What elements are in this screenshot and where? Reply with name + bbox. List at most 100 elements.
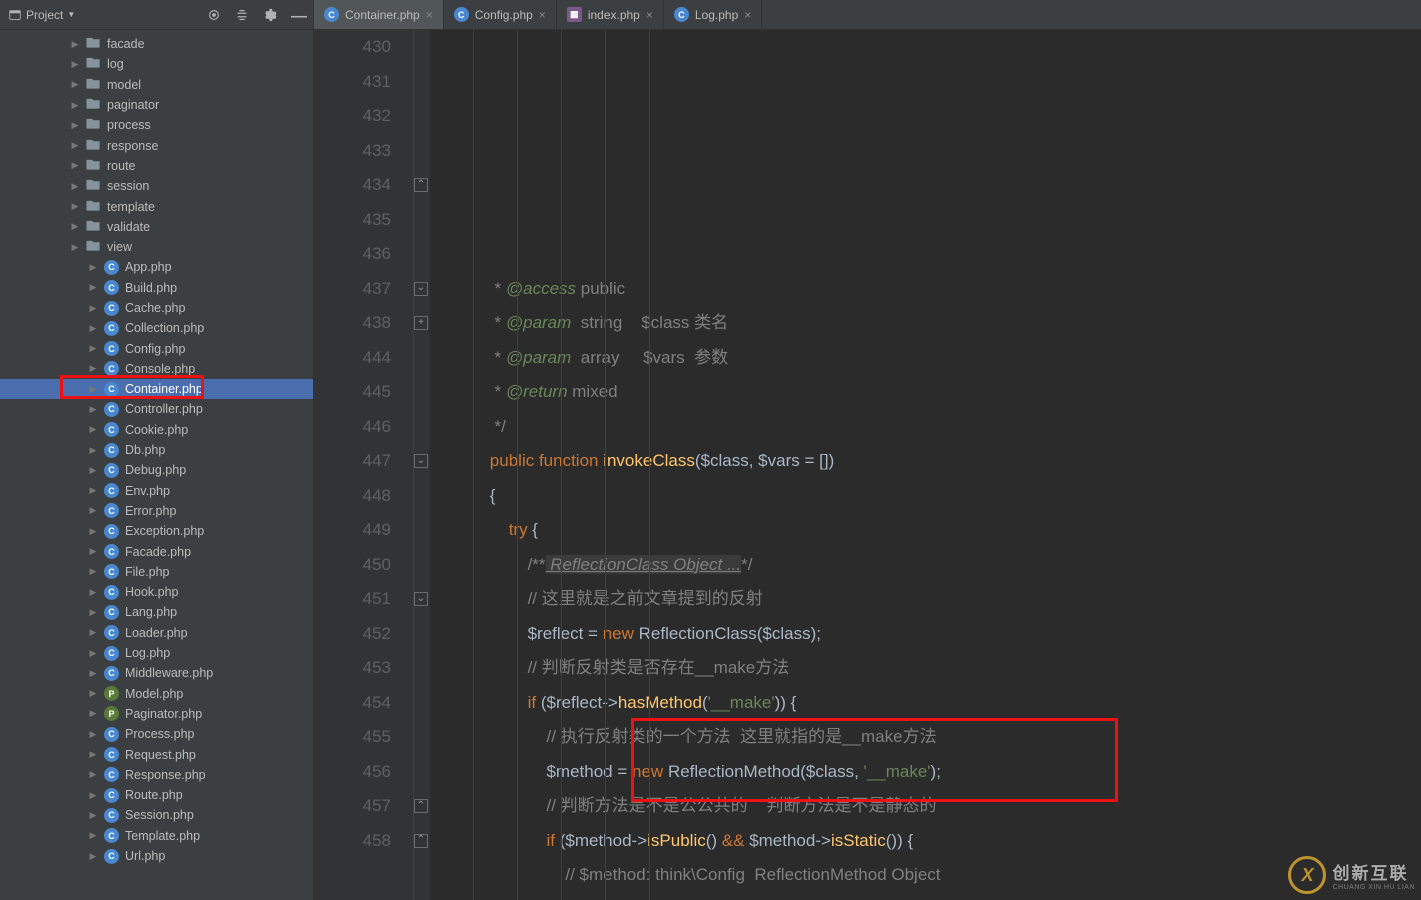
tree-folder-paginator[interactable]: ▶paginator: [0, 95, 313, 115]
tree-file-Url-php[interactable]: ▶CUrl.php: [0, 846, 313, 866]
tree-file-Config-php[interactable]: ▶CConfig.php: [0, 338, 313, 358]
code-line[interactable]: * @access public: [452, 272, 1421, 307]
code-line[interactable]: // $method: think\Config ReflectionMetho…: [452, 858, 1421, 893]
expand-arrow-icon[interactable]: ▶: [88, 607, 98, 618]
expand-arrow-icon[interactable]: ▶: [88, 262, 98, 273]
tree-file-Cookie-php[interactable]: ▶CCookie.php: [0, 420, 313, 440]
tree-file-Controller-php[interactable]: ▶CController.php: [0, 399, 313, 419]
expand-arrow-icon[interactable]: ▶: [88, 587, 98, 598]
code-editor[interactable]: 4304314324334344354364374384444454464474…: [314, 30, 1421, 900]
tree-file-Log-php[interactable]: ▶CLog.php: [0, 643, 313, 663]
expand-arrow-icon[interactable]: ▶: [88, 708, 98, 719]
gear-icon[interactable]: [263, 8, 277, 22]
expand-arrow-icon[interactable]: ▶: [88, 627, 98, 638]
tree-folder-validate[interactable]: ▶validate: [0, 217, 313, 237]
expand-arrow-icon[interactable]: ▶: [88, 851, 98, 862]
tree-folder-template[interactable]: ▶template: [0, 196, 313, 216]
code-line[interactable]: // 执行反射类的一个方法 这里就指的是__make方法: [452, 720, 1421, 755]
expand-arrow-icon[interactable]: ▶: [88, 384, 98, 395]
expand-arrow-icon[interactable]: ▶: [70, 120, 80, 131]
tab-Config-php[interactable]: CConfig.php×: [444, 0, 557, 29]
tree-folder-route[interactable]: ▶route: [0, 156, 313, 176]
file-tree[interactable]: ▶facade▶log▶model▶paginator▶process▶resp…: [0, 30, 313, 900]
fold-down-icon[interactable]: ⌄: [414, 454, 428, 468]
fold-up-icon[interactable]: ⌃: [414, 799, 428, 813]
expand-arrow-icon[interactable]: ▶: [70, 79, 80, 90]
code-line[interactable]: $reflect = new ReflectionClass($class);: [452, 617, 1421, 652]
expand-arrow-icon[interactable]: ▶: [88, 445, 98, 456]
tree-file-Debug-php[interactable]: ▶CDebug.php: [0, 460, 313, 480]
code-line[interactable]: // 这里就是之前文章提到的反射: [452, 582, 1421, 617]
expand-arrow-icon[interactable]: ▶: [70, 39, 80, 50]
code-line[interactable]: /** ReflectionClass Object ...*/: [452, 548, 1421, 583]
tree-file-Container-php[interactable]: ▶CContainer.php: [0, 379, 313, 399]
fold-down-icon[interactable]: ⌄: [414, 282, 428, 296]
expand-arrow-icon[interactable]: ▶: [88, 282, 98, 293]
fold-up-icon[interactable]: ⌃: [414, 834, 428, 848]
tab-Log-php[interactable]: CLog.php×: [664, 0, 762, 29]
tree-file-Hook-php[interactable]: ▶CHook.php: [0, 582, 313, 602]
expand-arrow-icon[interactable]: ▶: [70, 201, 80, 212]
tree-file-Collection-php[interactable]: ▶CCollection.php: [0, 318, 313, 338]
tree-file-Env-php[interactable]: ▶CEnv.php: [0, 481, 313, 501]
tree-file-Error-php[interactable]: ▶CError.php: [0, 501, 313, 521]
fold-up-icon[interactable]: ⌃: [414, 178, 428, 192]
tree-file-Paginator-php[interactable]: ▶PPaginator.php: [0, 704, 313, 724]
tree-file-Console-php[interactable]: ▶CConsole.php: [0, 359, 313, 379]
tab-index-php[interactable]: ▦index.php×: [557, 0, 664, 29]
expand-arrow-icon[interactable]: ▶: [88, 830, 98, 841]
close-icon[interactable]: ×: [426, 8, 433, 22]
expand-arrow-icon[interactable]: ▶: [88, 769, 98, 780]
code-line[interactable]: if ($method->isPublic() && $method->isSt…: [452, 824, 1421, 859]
expand-arrow-icon[interactable]: ▶: [88, 465, 98, 476]
expand-arrow-icon[interactable]: ▶: [88, 546, 98, 557]
code-line[interactable]: try {: [452, 513, 1421, 548]
close-icon[interactable]: ×: [744, 8, 751, 22]
expand-arrow-icon[interactable]: ▶: [70, 140, 80, 151]
close-icon[interactable]: ×: [646, 8, 653, 22]
expand-arrow-icon[interactable]: ▶: [70, 242, 80, 253]
tree-folder-log[interactable]: ▶log: [0, 54, 313, 74]
tree-file-Db-php[interactable]: ▶CDb.php: [0, 440, 313, 460]
tree-file-Facade-php[interactable]: ▶CFacade.php: [0, 541, 313, 561]
expand-arrow-icon[interactable]: ▶: [88, 485, 98, 496]
collapse-icon[interactable]: [235, 8, 249, 22]
code-line[interactable]: if ($reflect->hasMethod('__make')) {: [452, 686, 1421, 721]
code-line[interactable]: * @param array $vars 参数: [452, 341, 1421, 376]
expand-arrow-icon[interactable]: ▶: [70, 59, 80, 70]
expand-arrow-icon[interactable]: ▶: [88, 526, 98, 537]
tree-file-Cache-php[interactable]: ▶CCache.php: [0, 298, 313, 318]
expand-arrow-icon[interactable]: ▶: [88, 688, 98, 699]
tree-folder-response[interactable]: ▶response: [0, 135, 313, 155]
expand-arrow-icon[interactable]: ▶: [88, 566, 98, 577]
expand-arrow-icon[interactable]: ▶: [88, 729, 98, 740]
fold-down-icon[interactable]: ⌄: [414, 592, 428, 606]
code-line[interactable]: $args = $this->bindParams($method, $vars…: [452, 893, 1421, 900]
code-content[interactable]: * @access public * @param string $class …: [430, 30, 1421, 900]
expand-arrow-icon[interactable]: ▶: [70, 160, 80, 171]
tree-file-File-php[interactable]: ▶CFile.php: [0, 562, 313, 582]
expand-arrow-icon[interactable]: ▶: [88, 790, 98, 801]
expand-arrow-icon[interactable]: ▶: [88, 303, 98, 314]
tree-file-Response-php[interactable]: ▶CResponse.php: [0, 765, 313, 785]
expand-arrow-icon[interactable]: ▶: [88, 424, 98, 435]
target-icon[interactable]: [207, 8, 221, 22]
tree-folder-model[interactable]: ▶model: [0, 75, 313, 95]
tree-file-Session-php[interactable]: ▶CSession.php: [0, 805, 313, 825]
tree-file-Process-php[interactable]: ▶CProcess.php: [0, 724, 313, 744]
expand-arrow-icon[interactable]: ▶: [70, 100, 80, 111]
tree-file-Model-php[interactable]: ▶PModel.php: [0, 684, 313, 704]
tree-file-Build-php[interactable]: ▶CBuild.php: [0, 278, 313, 298]
close-icon[interactable]: ×: [539, 8, 546, 22]
tree-file-Route-php[interactable]: ▶CRoute.php: [0, 785, 313, 805]
expand-arrow-icon[interactable]: ▶: [88, 668, 98, 679]
code-line[interactable]: $method = new ReflectionMethod($class, '…: [452, 755, 1421, 790]
expand-arrow-icon[interactable]: ▶: [88, 749, 98, 760]
sidebar-title[interactable]: Project ▼: [8, 8, 75, 22]
expand-arrow-icon[interactable]: ▶: [88, 363, 98, 374]
tree-file-Loader-php[interactable]: ▶CLoader.php: [0, 623, 313, 643]
fold-plus-icon[interactable]: +: [414, 316, 428, 330]
expand-arrow-icon[interactable]: ▶: [70, 181, 80, 192]
code-line[interactable]: * @param string $class 类名: [452, 306, 1421, 341]
expand-arrow-icon[interactable]: ▶: [88, 810, 98, 821]
